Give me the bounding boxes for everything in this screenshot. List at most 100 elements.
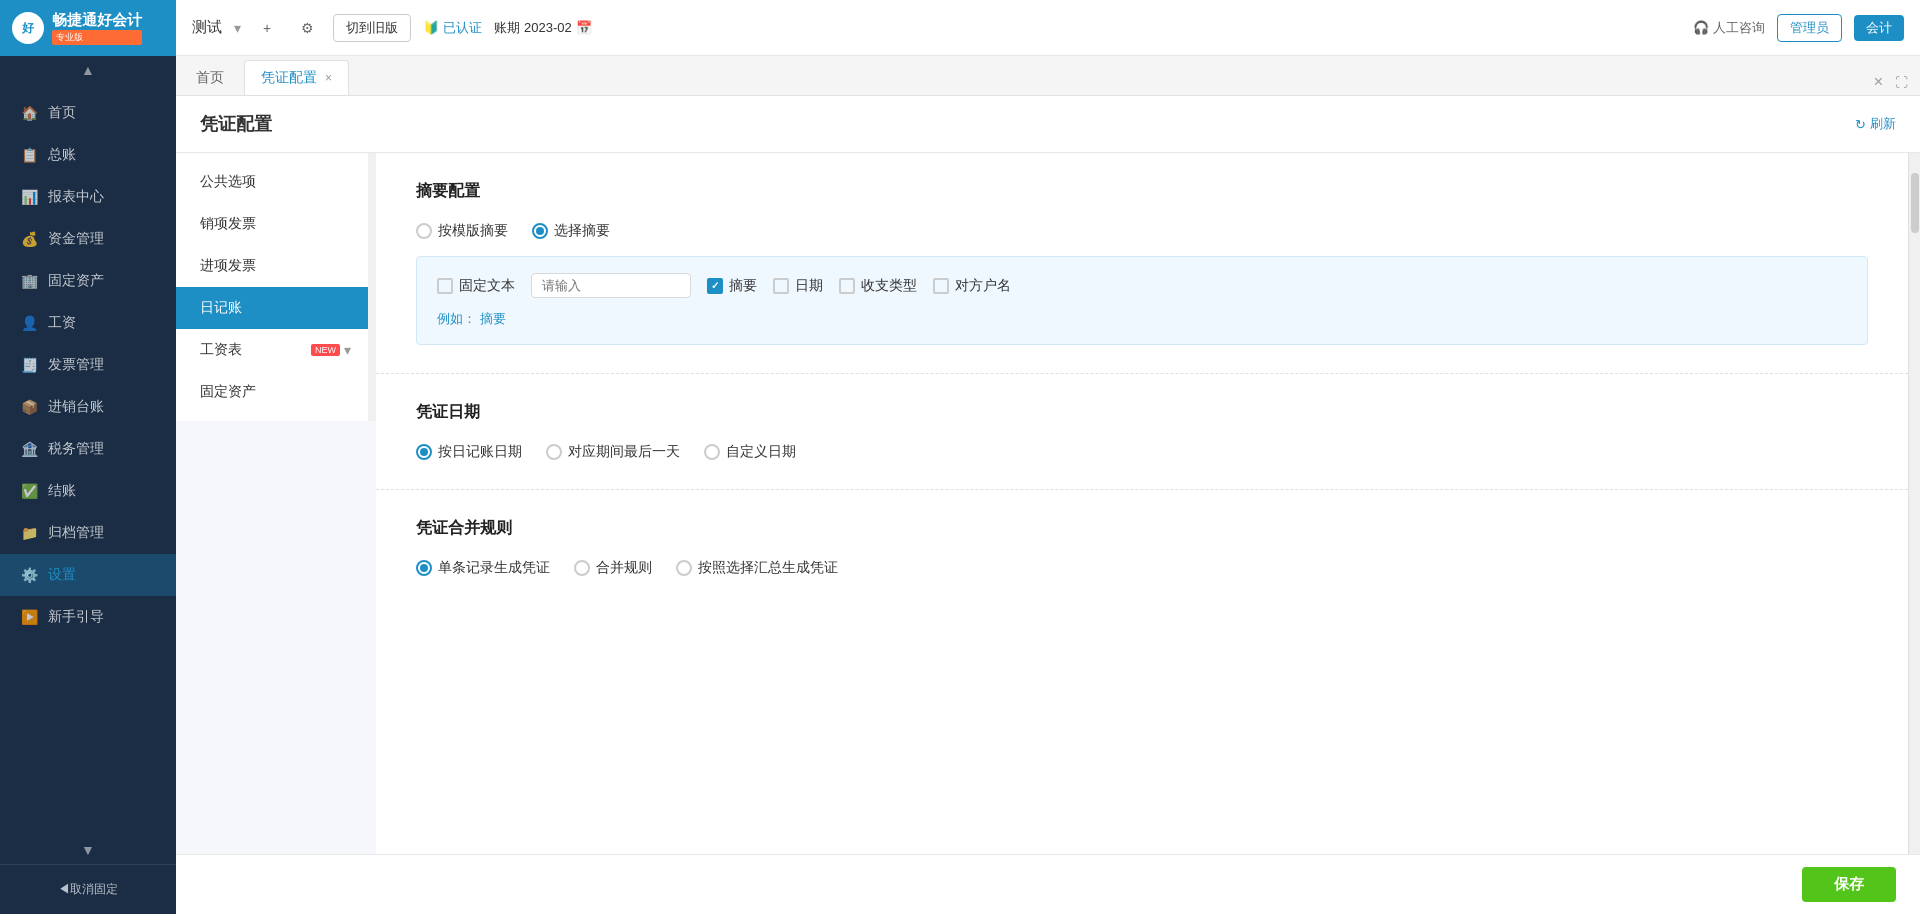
summary-checkbox[interactable]: ✓ 摘要 [707, 277, 757, 295]
tax-icon: 🏦 [20, 440, 38, 458]
config-nav-salary-table[interactable]: 工资表 NEW ▾ [176, 329, 375, 371]
summary-template-option[interactable]: 按模版摘要 [416, 222, 508, 240]
single-radio-circle [416, 560, 432, 576]
sidebar-item-tax[interactable]: 🏦 税务管理 [0, 428, 176, 470]
sidebar-item-cashflow[interactable]: 💰 资金管理 [0, 218, 176, 260]
tab-close-icon[interactable]: × [325, 71, 332, 85]
diary-date-radio-dot [420, 448, 428, 456]
single-radio-dot [420, 564, 428, 572]
right-scrollbar[interactable] [1908, 153, 1920, 854]
settle-icon: ✅ [20, 482, 38, 500]
content-area: 凭证配置 ↻ 刷新 公共选项 销项发票 进项发票 [176, 96, 1920, 914]
config-sidebar: 公共选项 销项发票 进项发票 日记账 工资表 NEW ▾ [176, 153, 376, 421]
sidebar-item-ledger[interactable]: 📋 总账 [0, 134, 176, 176]
merge-section-title: 凭证合并规则 [416, 518, 1868, 539]
company-name: 测试 [192, 18, 222, 37]
topbar: 测试 ▾ + ⚙ 切到旧版 🔰 已认证 账期 2023-02 📅 🎧 人工咨询 … [176, 0, 1920, 56]
sidebar-item-purchase[interactable]: 📦 进销台账 [0, 386, 176, 428]
config-main-inner: 摘要配置 按模版摘要 [376, 153, 1908, 854]
left-scrollbar[interactable] [368, 153, 376, 421]
cashtype-checkbox[interactable]: 收支类型 [839, 277, 917, 295]
tab-voucher-config[interactable]: 凭证配置 × [244, 60, 349, 95]
tab-actions: × ⛶ [1870, 69, 1920, 95]
config-header: 凭证配置 ↻ 刷新 [176, 96, 1920, 153]
archive-icon: 📁 [20, 524, 38, 542]
config-nav-public[interactable]: 公共选项 [176, 161, 375, 203]
counterpart-checkbox-box [933, 278, 949, 294]
config-nav-sales-invoice[interactable]: 销项发票 [176, 203, 375, 245]
summary-radio-group: 按模版摘要 选择摘要 [416, 222, 1868, 240]
fixed-text-input[interactable] [531, 273, 691, 298]
sidebar-item-reports[interactable]: 📊 报表中心 [0, 176, 176, 218]
summary-select-option[interactable]: 选择摘要 [532, 222, 610, 240]
last-day-option[interactable]: 对应期间最后一天 [546, 443, 680, 461]
salary-icon: 👤 [20, 314, 38, 332]
single-record-option[interactable]: 单条记录生成凭证 [416, 559, 550, 577]
summary-example: 例如： 摘要 [437, 310, 1847, 328]
assets-icon: 🏢 [20, 272, 38, 290]
select-radio-dot [536, 227, 544, 235]
merge-rule-radio-circle [574, 560, 590, 576]
merge-radio-group: 单条记录生成凭证 合并规则 按照选择汇总生成凭证 [416, 559, 1868, 577]
sidebar-item-assets[interactable]: 🏢 固定资产 [0, 260, 176, 302]
date-section-title: 凭证日期 [416, 402, 1868, 423]
role-button[interactable]: 会计 [1854, 15, 1904, 41]
switch-version-button[interactable]: 切到旧版 [333, 14, 411, 42]
custom-date-option[interactable]: 自定义日期 [704, 443, 796, 461]
sidebar-item-home[interactable]: 🏠 首页 [0, 92, 176, 134]
sidebar-item-archive[interactable]: 📁 归档管理 [0, 512, 176, 554]
add-button[interactable]: + [253, 14, 281, 42]
save-button[interactable]: 保存 [1802, 867, 1896, 902]
date-checkbox[interactable]: 日期 [773, 277, 823, 295]
tab-home[interactable]: 首页 [176, 61, 244, 95]
sidebar-scroll-down[interactable]: ▼ [0, 836, 176, 864]
diary-date-radio-circle [416, 444, 432, 460]
counterpart-checkbox[interactable]: 对方户名 [933, 277, 1011, 295]
config-body: 公共选项 销项发票 进项发票 日记账 工资表 NEW ▾ [176, 153, 1920, 854]
expand-window-button[interactable]: ⛶ [1891, 71, 1912, 94]
cancel-fixed-button[interactable]: ◀取消固定 [10, 875, 166, 904]
merge-rule-option[interactable]: 合并规则 [574, 559, 652, 577]
reports-icon: 📊 [20, 188, 38, 206]
sidebar: 好 畅捷通好会计 专业版 ▲ 🏠 首页 📋 总账 📊 报表中心 💰 [0, 0, 176, 914]
company-dropdown-icon[interactable]: ▾ [234, 20, 241, 36]
config-nav-diary[interactable]: 日记账 [176, 287, 375, 329]
sidebar-item-settings[interactable]: ⚙️ 设置 [0, 554, 176, 596]
date-radio-group: 按日记账日期 对应期间最后一天 自定义日期 [416, 443, 1868, 461]
calendar-icon[interactable]: 📅 [576, 20, 592, 35]
refresh-button[interactable]: ↻ 刷新 [1855, 115, 1896, 133]
logo-badge: 专业版 [52, 30, 142, 45]
diary-date-option[interactable]: 按日记账日期 [416, 443, 522, 461]
summary-check-icon: ✓ [711, 280, 719, 291]
verified-status: 🔰 已认证 [423, 19, 482, 37]
sidebar-scroll-up[interactable]: ▲ [0, 56, 176, 84]
topbar-settings-button[interactable]: ⚙ [293, 14, 321, 42]
settings-icon: ⚙️ [20, 566, 38, 584]
bottom-bar: 保存 [176, 854, 1920, 914]
verified-icon: 🔰 [423, 20, 439, 35]
select-merge-option[interactable]: 按照选择汇总生成凭证 [676, 559, 838, 577]
config-page: 凭证配置 ↻ 刷新 公共选项 销项发票 进项发票 [176, 96, 1920, 914]
config-nav-purchase-invoice[interactable]: 进项发票 [176, 245, 375, 287]
refresh-icon: ↻ [1855, 117, 1866, 132]
logo-icon: 好 [12, 12, 44, 44]
invoice-icon: 🧾 [20, 356, 38, 374]
fixed-text-checkbox[interactable]: 固定文本 [437, 277, 515, 295]
ledger-icon: 📋 [20, 146, 38, 164]
config-nav-fixed-assets[interactable]: 固定资产 [176, 371, 375, 413]
sidebar-item-invoice[interactable]: 🧾 发票管理 [0, 344, 176, 386]
sidebar-item-guide[interactable]: ▶️ 新手引导 [0, 596, 176, 638]
sidebar-item-settle[interactable]: ✅ 结账 [0, 470, 176, 512]
consult-button[interactable]: 🎧 人工咨询 [1693, 19, 1765, 37]
date-checkbox-box [773, 278, 789, 294]
sidebar-item-salary[interactable]: 👤 工资 [0, 302, 176, 344]
close-window-button[interactable]: × [1870, 69, 1887, 95]
cashflow-icon: 💰 [20, 230, 38, 248]
sidebar-logo: 好 畅捷通好会计 专业版 [0, 0, 176, 56]
date-section: 凭证日期 按日记账日期 [376, 374, 1908, 490]
user-button[interactable]: 管理员 [1777, 14, 1842, 42]
scrollbar-thumb [1911, 173, 1919, 233]
sidebar-nav: 🏠 首页 📋 总账 📊 报表中心 💰 资金管理 🏢 固定资产 👤 工资 [0, 84, 176, 836]
merge-section: 凭证合并规则 单条记录生成凭证 [376, 490, 1908, 605]
summary-config-box: 固定文本 ✓ 摘要 [416, 256, 1868, 345]
